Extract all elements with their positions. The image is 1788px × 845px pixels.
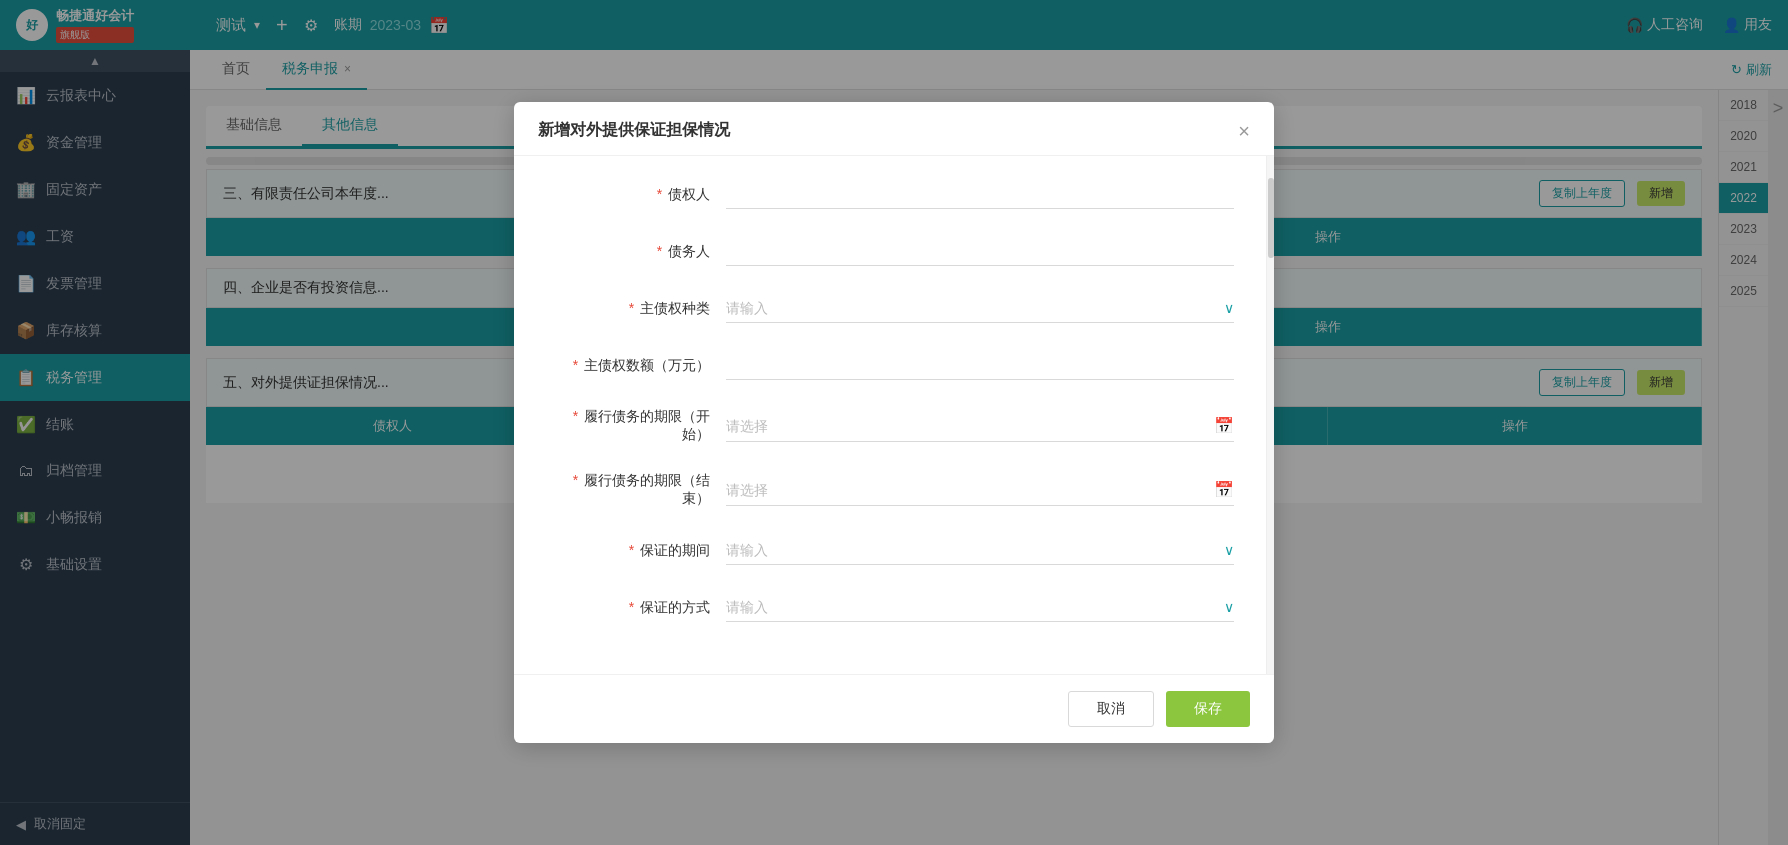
input-claim-amount[interactable]: [726, 351, 1234, 380]
form-row-creditor: * 债权人: [546, 180, 1234, 209]
label-period-end-text: 履行债务的期限（结束）: [584, 472, 710, 506]
save-button[interactable]: 保存: [1166, 691, 1250, 727]
date-period-end-wrapper: 📅: [726, 474, 1234, 506]
required-star-guarantee-period: *: [629, 542, 634, 558]
input-period-end[interactable]: [726, 482, 1214, 498]
guarantee-period-dropdown-icon[interactable]: ∨: [1224, 542, 1234, 558]
select-guarantee-period-wrapper: ∨: [726, 536, 1234, 565]
select-claim-type-wrapper: ∨: [726, 294, 1234, 323]
label-debtor-text: 债务人: [668, 243, 710, 259]
form-row-claim-type: * 主债权种类 ∨: [546, 294, 1234, 323]
claim-type-dropdown-icon[interactable]: ∨: [1224, 300, 1234, 316]
label-claim-type-text: 主债权种类: [640, 300, 710, 316]
form-row-claim-amount: * 主债权数额（万元）: [546, 351, 1234, 380]
add-guarantee-modal: 新增对外提供保证担保情况 × * 债权人 * 债务人: [514, 102, 1274, 743]
label-creditor: * 债权人: [546, 186, 726, 204]
required-star-claim-amount: *: [573, 357, 578, 373]
modal-backdrop: 新增对外提供保证担保情况 × * 债权人 * 债务人: [0, 0, 1788, 845]
label-claim-amount-text: 主债权数额（万元）: [584, 357, 710, 373]
label-period-end: * 履行债务的期限（结束）: [546, 472, 726, 508]
label-guarantee-method-text: 保证的方式: [640, 599, 710, 615]
required-star-period-end: *: [573, 472, 578, 488]
required-star-guarantee-method: *: [629, 599, 634, 615]
guarantee-method-dropdown-icon[interactable]: ∨: [1224, 599, 1234, 615]
required-star-period-start: *: [573, 408, 578, 424]
required-star-claim-type: *: [629, 300, 634, 316]
modal-content-wrapper: * 债权人 * 债务人 * 主债权种: [514, 156, 1274, 674]
modal-body: * 债权人 * 债务人 * 主债权种: [514, 156, 1266, 674]
label-creditor-text: 债权人: [668, 186, 710, 202]
modal-footer: 取消 保存: [514, 674, 1274, 743]
input-period-start[interactable]: [726, 418, 1214, 434]
form-row-period-end: * 履行债务的期限（结束） 📅: [546, 472, 1234, 508]
input-creditor[interactable]: [726, 180, 1234, 209]
input-guarantee-period[interactable]: [726, 542, 1224, 558]
input-claim-type[interactable]: [726, 300, 1224, 316]
label-period-start: * 履行债务的期限（开始）: [546, 408, 726, 444]
label-debtor: * 债务人: [546, 243, 726, 261]
required-star-creditor: *: [657, 186, 662, 202]
modal-scrollbar[interactable]: [1266, 156, 1274, 674]
modal-scroll-thumb: [1268, 178, 1274, 258]
label-period-start-text: 履行债务的期限（开始）: [584, 408, 710, 442]
label-guarantee-period-text: 保证的期间: [640, 542, 710, 558]
cancel-button[interactable]: 取消: [1068, 691, 1154, 727]
calendar-end-icon[interactable]: 📅: [1214, 480, 1234, 499]
form-row-guarantee-period: * 保证的期间 ∨: [546, 536, 1234, 565]
calendar-start-icon[interactable]: 📅: [1214, 416, 1234, 435]
label-claim-type: * 主债权种类: [546, 300, 726, 318]
label-guarantee-method: * 保证的方式: [546, 599, 726, 617]
form-row-period-start: * 履行债务的期限（开始） 📅: [546, 408, 1234, 444]
modal-title: 新增对外提供保证担保情况: [538, 120, 730, 141]
label-claim-amount: * 主债权数额（万元）: [546, 357, 726, 375]
form-row-debtor: * 债务人: [546, 237, 1234, 266]
required-star-debtor: *: [657, 243, 662, 259]
input-guarantee-method[interactable]: [726, 599, 1224, 615]
modal-header: 新增对外提供保证担保情况 ×: [514, 102, 1274, 156]
modal-close-button[interactable]: ×: [1238, 121, 1250, 141]
label-guarantee-period: * 保证的期间: [546, 542, 726, 560]
form-row-guarantee-method: * 保证的方式 ∨: [546, 593, 1234, 622]
date-period-start-wrapper: 📅: [726, 410, 1234, 442]
input-debtor[interactable]: [726, 237, 1234, 266]
select-guarantee-method-wrapper: ∨: [726, 593, 1234, 622]
